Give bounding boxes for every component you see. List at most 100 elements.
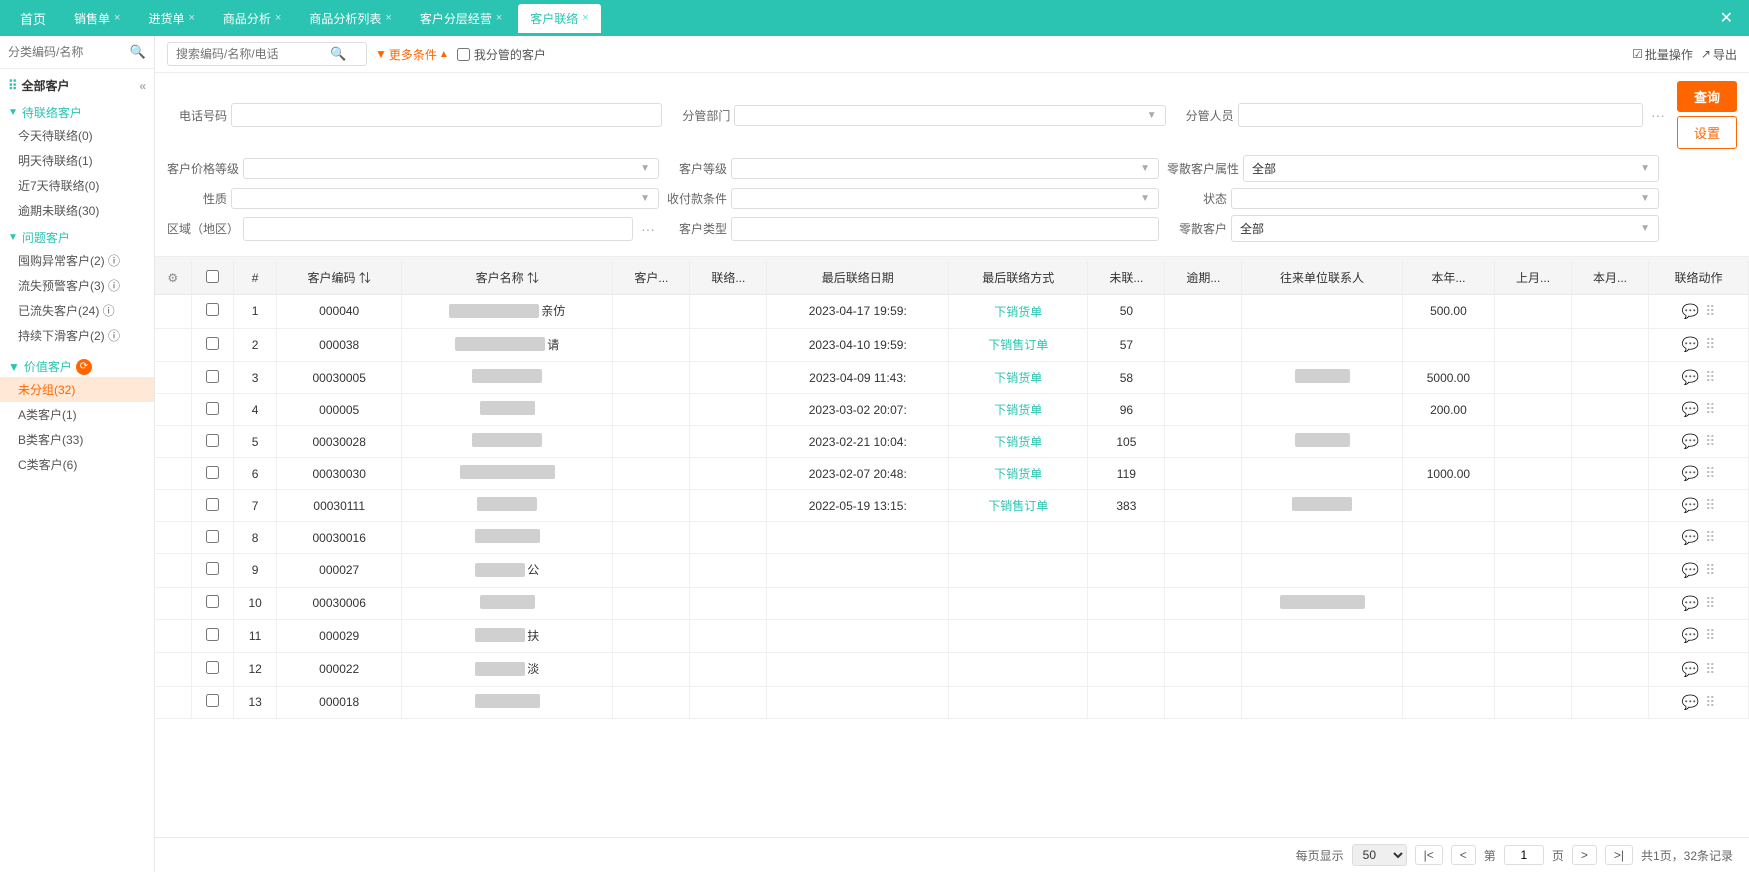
contact-icon-6[interactable]: 💬 <box>1682 497 1699 514</box>
row-checkbox-4[interactable] <box>206 434 219 447</box>
td-checkbox-6[interactable] <box>191 490 234 522</box>
td-checkbox-11[interactable] <box>191 653 234 687</box>
contact-icon-11[interactable]: 💬 <box>1682 661 1699 678</box>
more-icon-7[interactable]: ⠿ <box>1705 529 1715 546</box>
nav-tab-analysis-list[interactable]: 商品分析列表 × <box>297 4 403 33</box>
sidebar-collapse-icon[interactable]: « <box>139 79 146 93</box>
contact-method-link-3[interactable]: 下销货单 <box>994 403 1042 417</box>
payment-select[interactable]: ▼ <box>731 188 1159 209</box>
close-customer-contact-tab[interactable]: × <box>582 12 588 24</box>
close-purchase-tab[interactable]: × <box>188 12 194 24</box>
more-icon-12[interactable]: ⠿ <box>1705 694 1715 711</box>
row-checkbox-10[interactable] <box>206 628 219 641</box>
reset-button[interactable]: 设置 <box>1677 116 1737 149</box>
sidebar-item-hoard[interactable]: 囤购异常客户(2) ⓘ <box>0 248 154 273</box>
per-page-select[interactable]: 50 100 200 <box>1352 844 1407 866</box>
more-icon-9[interactable]: ⠿ <box>1705 595 1715 612</box>
nature-select[interactable]: ▼ <box>231 188 659 209</box>
manager-input[interactable] <box>1238 103 1643 127</box>
contact-icon-3[interactable]: 💬 <box>1682 401 1699 418</box>
more-conditions-button[interactable]: ▼ 更多条件 ▲ <box>375 46 449 63</box>
window-close-button[interactable]: ✕ <box>1712 8 1741 28</box>
td-checkbox-3[interactable] <box>191 394 234 426</box>
nav-tab-purchase[interactable]: 进货单 × <box>136 4 206 33</box>
contact-method-link-4[interactable]: 下销货单 <box>994 435 1042 449</box>
td-checkbox-8[interactable] <box>191 554 234 588</box>
contact-method-link-0[interactable]: 下销货单 <box>994 305 1042 319</box>
my-customers-check[interactable] <box>457 48 470 61</box>
query-button[interactable]: 查询 <box>1677 81 1737 112</box>
contact-icon-8[interactable]: 💬 <box>1682 562 1699 579</box>
phone-input[interactable] <box>231 103 662 127</box>
td-checkbox-10[interactable] <box>191 619 234 653</box>
sidebar-item-today[interactable]: 今天待联络(0) <box>0 123 154 148</box>
sidebar-item-class-c[interactable]: C类客户(6) <box>0 452 154 477</box>
prev-page-btn[interactable]: < <box>1451 845 1476 865</box>
td-checkbox-0[interactable] <box>191 295 234 329</box>
more-icon-4[interactable]: ⠿ <box>1705 433 1715 450</box>
contact-icon-10[interactable]: 💬 <box>1682 627 1699 644</box>
contact-icon-12[interactable]: 💬 <box>1682 694 1699 711</box>
contact-icon-4[interactable]: 💬 <box>1682 433 1699 450</box>
nav-tab-customer-contact[interactable]: 客户联络 × <box>518 4 600 33</box>
retail-cust-select[interactable]: 全部 ▼ <box>1231 215 1659 242</box>
contact-method-link-6[interactable]: 下销售订单 <box>988 499 1048 513</box>
th-last-contact-date[interactable]: 最后联络日期 <box>767 261 949 295</box>
sidebar-section-problem[interactable]: ▼ 问题客户 <box>0 223 154 248</box>
close-analysis-tab[interactable]: × <box>275 12 281 24</box>
sidebar-item-declining[interactable]: 持续下滑客户(2) ⓘ <box>0 323 154 348</box>
export-button[interactable]: ↗ 导出 <box>1701 46 1737 63</box>
sidebar-item-lost[interactable]: 已流失客户(24) ⓘ <box>0 298 154 323</box>
row-checkbox-6[interactable] <box>206 498 219 511</box>
sidebar-item-tomorrow[interactable]: 明天待联络(1) <box>0 148 154 173</box>
row-checkbox-2[interactable] <box>206 370 219 383</box>
last-page-btn[interactable]: >| <box>1605 845 1633 865</box>
close-sales-tab[interactable]: × <box>114 12 120 24</box>
cust-type-input[interactable] <box>731 217 1159 241</box>
contact-method-link-2[interactable]: 下销货单 <box>994 371 1042 385</box>
row-checkbox-1[interactable] <box>206 337 219 350</box>
td-checkbox-1[interactable] <box>191 328 234 362</box>
td-checkbox-12[interactable] <box>191 686 234 718</box>
sidebar-item-overdue[interactable]: 逾期未联络(30) <box>0 198 154 223</box>
contact-icon-1[interactable]: 💬 <box>1682 336 1699 353</box>
more-icon-5[interactable]: ⠿ <box>1705 465 1715 482</box>
contact-icon-0[interactable]: 💬 <box>1682 303 1699 320</box>
td-checkbox-2[interactable] <box>191 362 234 394</box>
manager-dots[interactable]: ··· <box>1647 107 1669 123</box>
td-checkbox-4[interactable] <box>191 426 234 458</box>
sidebar-section-pending[interactable]: ▼ 待联络客户 <box>0 98 154 123</box>
more-icon-6[interactable]: ⠿ <box>1705 497 1715 514</box>
more-icon-0[interactable]: ⠿ <box>1705 303 1715 320</box>
contact-icon-7[interactable]: 💬 <box>1682 529 1699 546</box>
row-checkbox-3[interactable] <box>206 402 219 415</box>
row-checkbox-7[interactable] <box>206 530 219 543</box>
sidebar-all-customers[interactable]: ⠿ 全部客户 « <box>0 69 154 98</box>
contact-icon-5[interactable]: 💬 <box>1682 465 1699 482</box>
sidebar-item-class-a[interactable]: A类客户(1) <box>0 402 154 427</box>
select-all-checkbox[interactable] <box>206 270 219 283</box>
sidebar-item-ungroup[interactable]: 未分组(32) <box>0 377 154 402</box>
contact-method-link-1[interactable]: 下销售订单 <box>988 338 1048 352</box>
sidebar-item-class-b[interactable]: B类客户(33) <box>0 427 154 452</box>
region-dots[interactable]: ··· <box>637 221 659 237</box>
nav-home[interactable]: 首页 <box>8 3 58 34</box>
contact-method-link-5[interactable]: 下销货单 <box>994 467 1042 481</box>
status-select[interactable]: ▼ <box>1231 188 1659 209</box>
row-checkbox-8[interactable] <box>206 562 219 575</box>
th-name[interactable]: 客户名称 ⇅ <box>402 261 613 295</box>
more-icon-1[interactable]: ⠿ <box>1705 336 1715 353</box>
price-level-select[interactable]: ▼ <box>243 158 659 179</box>
first-page-btn[interactable]: |< <box>1415 845 1443 865</box>
row-checkbox-12[interactable] <box>206 694 219 707</box>
close-customer-seg-tab[interactable]: × <box>496 12 502 24</box>
close-analysis-list-tab[interactable]: × <box>385 12 391 24</box>
page-input[interactable] <box>1504 845 1544 865</box>
more-icon-3[interactable]: ⠿ <box>1705 401 1715 418</box>
nav-tab-customer-seg[interactable]: 客户分层经营 × <box>408 4 514 33</box>
cust-level-select[interactable]: ▼ <box>731 158 1159 179</box>
th-code[interactable]: 客户编码 ⇅ <box>277 261 402 295</box>
my-customers-checkbox[interactable]: 我分管的客户 <box>457 46 546 63</box>
td-checkbox-7[interactable] <box>191 522 234 554</box>
sidebar-search-icon[interactable]: 🔍 <box>130 44 146 60</box>
